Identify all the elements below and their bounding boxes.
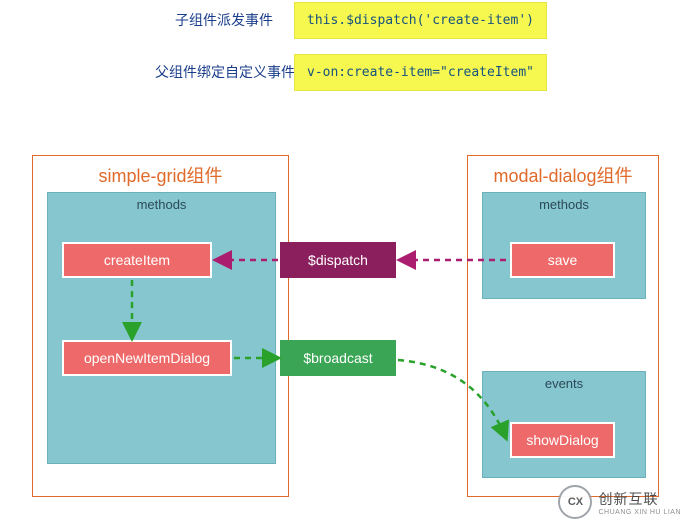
event-showDialog: showDialog <box>510 422 615 458</box>
header-label-dispatch: 子组件派发事件 <box>175 10 273 30</box>
code-bind: v-on:create-item="createItem" <box>294 54 547 91</box>
method-save: save <box>510 242 615 278</box>
watermark-badge-icon: CX <box>558 485 592 519</box>
panel-title-methods-left: methods <box>48 197 275 212</box>
code-dispatch: this.$dispatch('create-item') <box>294 2 547 39</box>
panel-title-events-right: events <box>483 376 645 391</box>
watermark-sub: CHUANG XIN HU LIAN <box>598 509 681 516</box>
panel-title-methods-right: methods <box>483 197 645 212</box>
message-dispatch: $dispatch <box>280 242 396 278</box>
panel-methods-left: methods <box>47 192 276 464</box>
method-createItem: createItem <box>62 242 212 278</box>
header-label-bind: 父组件绑定自定义事件 <box>155 62 295 82</box>
component-title-right: modal-dialog组件 <box>468 162 658 188</box>
method-openNewItemDialog: openNewItemDialog <box>62 340 232 376</box>
watermark-text: 创新互联 <box>598 491 658 507</box>
component-title-left: simple-grid组件 <box>33 162 288 188</box>
message-broadcast: $broadcast <box>280 340 396 376</box>
component-simple-grid: simple-grid组件 methods <box>32 155 289 497</box>
watermark: CX 创新互联 CHUANG XIN HU LIAN <box>558 485 681 519</box>
